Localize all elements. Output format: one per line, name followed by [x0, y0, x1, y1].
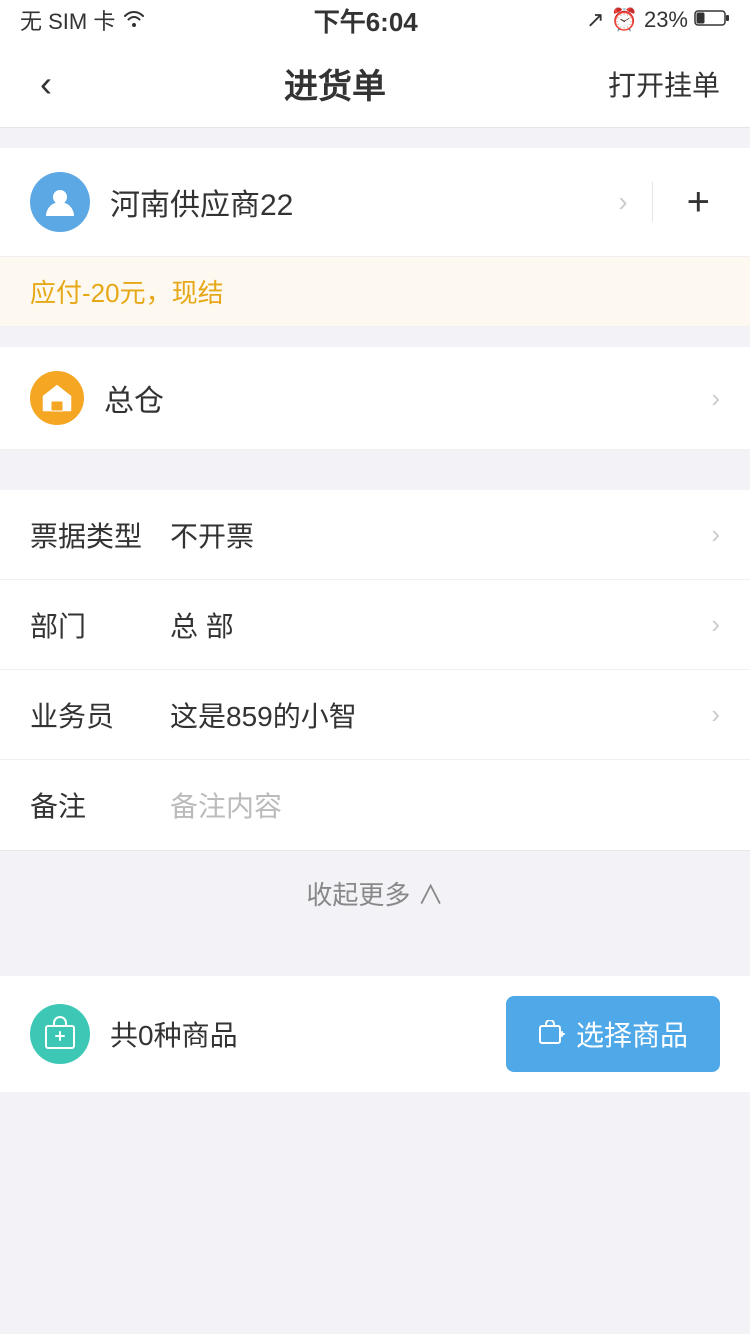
vertical-divider: [652, 182, 653, 222]
department-row[interactable]: 部门 总 部 ›: [0, 580, 750, 670]
warehouse-icon: [30, 371, 84, 425]
invoice-chevron-icon: ›: [711, 519, 720, 550]
add-supplier-button[interactable]: +: [677, 180, 720, 225]
battery-label: 23%: [644, 7, 688, 33]
section-gap-1: [0, 327, 750, 347]
section-gap-2: [0, 450, 750, 470]
product-icon: [30, 1004, 90, 1064]
invoice-type-row[interactable]: 票据类型 不开票 ›: [0, 490, 750, 580]
notice-text: 应付-20元，现结: [30, 278, 224, 308]
collapse-label: 收起更多 ∧: [306, 880, 443, 910]
department-chevron-icon: ›: [711, 609, 720, 640]
warehouse-name: 总仓: [104, 376, 711, 420]
select-product-label: 选择商品: [576, 1014, 688, 1054]
warehouse-row[interactable]: 总仓 ›: [0, 347, 750, 450]
status-right: ↗ ⏰ 23%: [586, 7, 730, 33]
battery-icon: [694, 7, 730, 33]
page-title: 进货单: [284, 59, 386, 108]
alarm-icon: ⏰: [611, 7, 638, 33]
product-count-label: 共0种商品: [110, 1014, 506, 1054]
location-icon: ↗: [586, 7, 604, 33]
form-section: 票据类型 不开票 › 部门 总 部 › 业务员 这是859的小智 › 备注 备注…: [0, 490, 750, 850]
collapse-button[interactable]: 收起更多 ∧: [0, 850, 750, 936]
salesperson-label: 业务员: [30, 695, 150, 735]
back-button[interactable]: ‹: [30, 53, 62, 115]
supplier-chevron-icon: ›: [618, 186, 627, 218]
wifi-icon: [123, 7, 145, 33]
department-label: 部门: [30, 605, 150, 645]
salesperson-row[interactable]: 业务员 这是859的小智 ›: [0, 670, 750, 760]
section-gap-3: [0, 936, 750, 956]
status-left: 无 SIM 卡: [20, 4, 145, 36]
notice-bar: 应付-20元，现结: [0, 257, 750, 327]
nav-bar: ‹ 进货单 打开挂单: [0, 40, 750, 128]
salesperson-value: 这是859的小智: [150, 695, 711, 735]
warehouse-chevron-icon: ›: [711, 383, 720, 414]
section-gap-top: [0, 128, 750, 148]
supplier-row[interactable]: 河南供应商22 › +: [0, 148, 750, 257]
supplier-name: 河南供应商22: [110, 180, 618, 224]
supplier-section: 河南供应商22 › + 应付-20元，现结: [0, 148, 750, 327]
status-time: 下午6:04: [314, 2, 418, 39]
department-value: 总 部: [150, 605, 711, 645]
remark-label: 备注: [30, 785, 150, 825]
carrier-label: 无 SIM 卡: [20, 4, 115, 36]
invoice-type-label: 票据类型: [30, 515, 150, 555]
salesperson-chevron-icon: ›: [711, 699, 720, 730]
open-pending-button[interactable]: 打开挂单: [608, 64, 720, 104]
invoice-type-value: 不开票: [150, 515, 711, 555]
supplier-avatar: [30, 172, 90, 232]
select-product-button[interactable]: 选择商品: [506, 996, 720, 1072]
remark-row[interactable]: 备注 备注内容: [0, 760, 750, 850]
status-bar: 无 SIM 卡 下午6:04 ↗ ⏰ 23%: [0, 0, 750, 40]
bottom-fill: [0, 1092, 750, 1292]
product-bar: 共0种商品 选择商品: [0, 976, 750, 1092]
remark-input[interactable]: 备注内容: [150, 785, 720, 825]
